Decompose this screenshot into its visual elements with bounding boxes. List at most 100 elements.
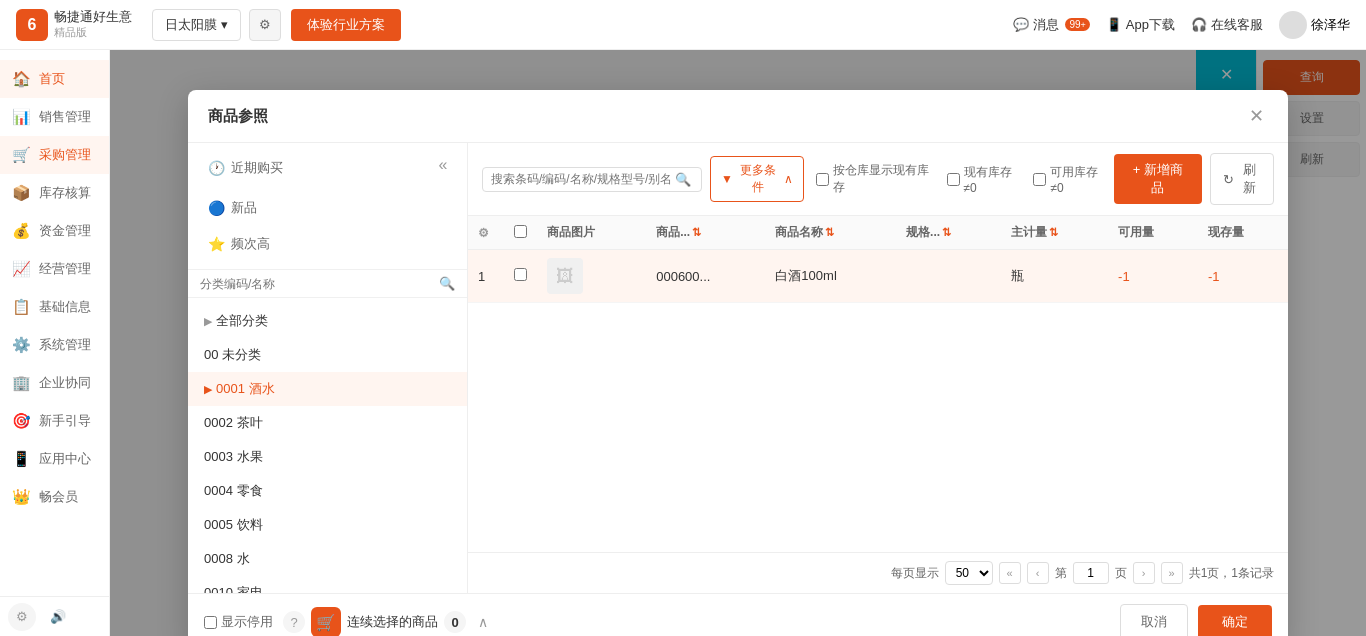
cell-code: 000600...	[646, 250, 765, 303]
select-all-checkbox[interactable]	[514, 225, 527, 238]
prev-page-btn[interactable]: ‹	[1027, 562, 1049, 584]
filter-more-btn[interactable]: ▼ 更多条件 ∧	[710, 156, 804, 202]
help-icon-btn[interactable]: ?	[283, 611, 305, 633]
th-spec[interactable]: 规格... ⇅	[896, 216, 1000, 250]
next-page-btn[interactable]: ›	[1133, 562, 1155, 584]
refresh-btn[interactable]: ↻ 刷新	[1210, 153, 1274, 205]
content-area: 查询 设置 刷新 ✕ ⬜ 商品参照 ✕	[110, 50, 1366, 636]
first-page-btn[interactable]: «	[999, 562, 1021, 584]
th-spec-label: 规格...	[906, 224, 940, 241]
sidebar-label-basicinfo: 基础信息	[39, 298, 91, 316]
new-icon: 🔵	[208, 200, 225, 216]
user-avatar-area[interactable]: 徐泽华	[1279, 11, 1350, 39]
message-btn[interactable]: 💬 消息 99+	[1013, 16, 1089, 34]
checkbox-by-warehouse[interactable]: 按仓库显示现有库存	[816, 162, 932, 196]
sidebar-volume-btn[interactable]: 🔊	[44, 603, 72, 631]
checkbox-usable-input[interactable]	[1033, 173, 1046, 186]
sidebar-item-sales[interactable]: 📊 销售管理	[0, 98, 109, 136]
try-industry-btn[interactable]: 体验行业方案	[291, 9, 401, 41]
product-table: ⚙ 商品图片	[468, 216, 1288, 303]
per-page-select[interactable]: 50	[945, 561, 993, 585]
cat-item-all[interactable]: ▶ 全部分类	[188, 304, 467, 338]
new-product-btn[interactable]: 🔵 新品	[200, 193, 455, 223]
checkbox-usable-stock[interactable]: 可用库存≠0	[1033, 164, 1106, 195]
dialog-close-btn[interactable]: ✕	[1244, 104, 1268, 128]
sidebar-item-enterprise[interactable]: 🏢 企业协同	[0, 364, 109, 402]
th-checkbox	[504, 216, 537, 250]
dialog-left-panel: 🕐 近期购买 « 🔵 新品 ⭐ 频次	[188, 143, 468, 593]
online-service-btn[interactable]: 🎧 在线客服	[1191, 16, 1263, 34]
branch-dropdown[interactable]: 日太阳膜 ▾	[152, 9, 241, 41]
th-name[interactable]: 商品名称 ⇅	[765, 216, 896, 250]
message-icon: 💬	[1013, 17, 1029, 32]
checkbox-available-input[interactable]	[947, 173, 960, 186]
table-row[interactable]: 1 🖼	[468, 250, 1288, 303]
show-disabled-input[interactable]	[204, 616, 217, 629]
cell-check[interactable]	[504, 250, 537, 303]
appcenter-icon: 📱	[12, 450, 31, 468]
cart-area: ? 🛒 连续选择的商品 0 ∧	[283, 607, 494, 636]
settings-gear-btn[interactable]: ⚙	[249, 9, 281, 41]
cat-item-00[interactable]: 00 未分类	[188, 338, 467, 372]
home-icon: 🏠	[12, 70, 31, 88]
cat-label-00: 00 未分类	[204, 346, 261, 364]
freq-high-btn[interactable]: ⭐ 频次高	[200, 229, 455, 259]
cat-item-0002[interactable]: 0002 茶叶	[188, 406, 467, 440]
sidebar-gear-btn[interactable]: ⚙	[8, 603, 36, 631]
sidebar-item-operation[interactable]: 📈 经营管理	[0, 250, 109, 288]
sidebar-item-system[interactable]: ⚙️ 系统管理	[0, 326, 109, 364]
cancel-btn[interactable]: 取消	[1120, 604, 1188, 636]
th-unit-label: 主计量	[1011, 224, 1047, 241]
per-page-label: 每页显示	[891, 565, 939, 582]
purchase-icon: 🛒	[12, 146, 31, 164]
headset-icon: 🎧	[1191, 17, 1207, 32]
cell-name: 白酒100ml	[765, 250, 896, 303]
category-search-input[interactable]	[200, 277, 435, 291]
cart-icon[interactable]: 🛒	[311, 607, 341, 636]
image-placeholder-icon: 🖼	[556, 266, 574, 287]
checkbox-available-stock[interactable]: 现有库存≠0	[947, 164, 1020, 195]
sidebar-item-guide[interactable]: 🎯 新手引导	[0, 402, 109, 440]
left-panel-collapse-btn[interactable]: «	[431, 153, 455, 177]
cart-fold-btn[interactable]: ∧	[472, 611, 494, 633]
cat-item-0004[interactable]: 0004 零食	[188, 474, 467, 508]
row-checkbox[interactable]	[514, 268, 527, 281]
cat-label-0004: 0004 零食	[204, 482, 263, 500]
sidebar-item-basicinfo[interactable]: 📋 基础信息	[0, 288, 109, 326]
cat-item-0010[interactable]: 0010 家电	[188, 576, 467, 593]
confirm-btn[interactable]: 确定	[1198, 605, 1272, 636]
product-thumbnail: 🖼	[547, 258, 583, 294]
avatar	[1279, 11, 1307, 39]
product-search-input[interactable]	[491, 172, 671, 186]
checkbox-available-label: 现有库存≠0	[964, 164, 1020, 195]
th-code[interactable]: 商品... ⇅	[646, 216, 765, 250]
filter-checkboxes: 按仓库显示现有库存 现有库存≠0 可用库存≠0	[816, 162, 1106, 196]
cart-label: 连续选择的商品	[347, 613, 438, 631]
show-disabled-checkbox[interactable]: 显示停用	[204, 613, 273, 631]
cat-item-0001[interactable]: ▶ 0001 酒水	[188, 372, 467, 406]
last-page-btn[interactable]: »	[1161, 562, 1183, 584]
sidebar-item-purchase[interactable]: 🛒 采购管理	[0, 136, 109, 174]
recent-purchase-btn[interactable]: 🕐 近期购买	[200, 153, 291, 183]
sidebar-label-member: 畅会员	[39, 488, 78, 506]
user-name: 徐泽华	[1311, 16, 1350, 34]
cat-item-0003[interactable]: 0003 水果	[188, 440, 467, 474]
page-number-input[interactable]	[1073, 562, 1109, 584]
category-search-icon[interactable]: 🔍	[439, 276, 455, 291]
sidebar-item-member[interactable]: 👑 畅会员	[0, 478, 109, 516]
product-search-icon[interactable]: 🔍	[675, 172, 691, 187]
sidebar-item-home[interactable]: 🏠 首页	[0, 60, 109, 98]
th-gear[interactable]: ⚙	[468, 216, 504, 250]
th-unit[interactable]: 主计量 ⇅	[1001, 216, 1109, 250]
sidebar-item-inventory[interactable]: 📦 库存核算	[0, 174, 109, 212]
gear-icon[interactable]: ⚙	[478, 226, 489, 240]
add-product-btn[interactable]: + 新增商品	[1114, 154, 1201, 204]
sidebar-item-appcenter[interactable]: 📱 应用中心	[0, 440, 109, 478]
cat-item-0005[interactable]: 0005 饮料	[188, 508, 467, 542]
app-download-btn[interactable]: 📱 App下载	[1106, 16, 1175, 34]
sidebar-item-finance[interactable]: 💰 资金管理	[0, 212, 109, 250]
checkbox-warehouse-input[interactable]	[816, 173, 829, 186]
cat-label-0001: 0001 酒水	[216, 380, 275, 398]
cat-item-0008[interactable]: 0008 水	[188, 542, 467, 576]
sidebar-label-appcenter: 应用中心	[39, 450, 91, 468]
